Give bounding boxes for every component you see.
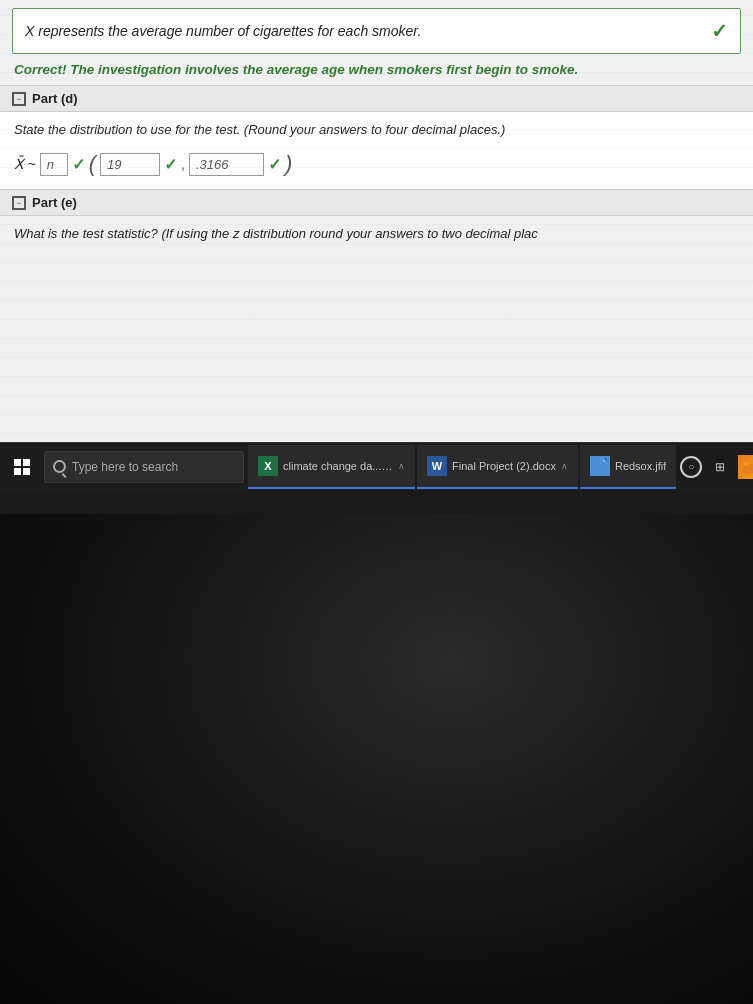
folder-icon[interactable]: [738, 455, 753, 479]
main-content-area: X represents the average number of cigar…: [0, 0, 753, 490]
taskbar-excel-label: climate change da....xlsx: [283, 460, 393, 472]
part-d-divider: − Part (d): [0, 85, 753, 112]
search-placeholder-text: Type here to search: [72, 460, 178, 474]
correct-message: Correct! The investigation involves the …: [0, 54, 753, 85]
circle-icon: ○: [688, 461, 694, 472]
dist-input-2[interactable]: [189, 153, 264, 176]
dist-input-1[interactable]: [100, 153, 160, 176]
svg-rect-0: [593, 458, 603, 472]
close-paren: ): [285, 151, 292, 177]
taskbar: Type here to search X climate change da.…: [0, 442, 753, 490]
word-icon: W: [427, 456, 447, 476]
dark-background-area: [0, 514, 753, 1004]
x-represents-text: X represents the average number of cigar…: [25, 23, 421, 39]
part-d-icon: −: [12, 92, 26, 106]
x-represents-section: X represents the average number of cigar…: [12, 8, 741, 54]
excel-chevron-icon: ∧: [398, 461, 405, 471]
part-d-content: State the distribution to use for the te…: [0, 112, 753, 189]
part-d-instruction: State the distribution to use for the te…: [14, 122, 739, 137]
part-e-icon: −: [12, 196, 26, 210]
windows-start-button[interactable]: [0, 443, 44, 491]
comma: ,: [181, 156, 185, 172]
dist-check-3: ✓: [268, 155, 281, 174]
part-e-content: What is the test statistic? (If using th…: [0, 216, 753, 249]
x-check-icon: ✓: [711, 19, 728, 43]
taskbar-item-file[interactable]: Redsox.jfif: [580, 445, 676, 489]
taskbar-items-area: X climate change da....xlsx ∧ W Final Pr…: [244, 445, 680, 489]
windows-logo-icon: [14, 459, 30, 475]
file-icon: [590, 456, 610, 476]
taskbar-item-excel[interactable]: X climate change da....xlsx ∧: [248, 445, 415, 489]
search-icon: [53, 460, 66, 473]
dist-x-bar-label: X̄ ~: [14, 156, 36, 172]
taskbar-circle-button[interactable]: ○: [680, 456, 702, 478]
open-paren: (: [89, 151, 96, 177]
task-view-icon: ⊞: [715, 460, 725, 474]
excel-icon: X: [258, 456, 278, 476]
taskbar-item-word[interactable]: W Final Project (2).docx ∧: [417, 445, 578, 489]
dist-check-2: ✓: [164, 155, 177, 174]
task-view-button[interactable]: ⊞: [708, 455, 732, 479]
taskbar-right-area: ○ ⊞: [680, 455, 753, 479]
taskbar-word-label: Final Project (2).docx: [452, 460, 556, 472]
part-e-label: Part (e): [32, 195, 77, 210]
dist-n-input[interactable]: [40, 153, 68, 176]
taskbar-file-label: Redsox.jfif: [615, 460, 666, 472]
dist-check-1: ✓: [72, 155, 85, 174]
word-chevron-icon: ∧: [561, 461, 568, 471]
taskbar-search-bar[interactable]: Type here to search: [44, 451, 244, 483]
svg-rect-5: [743, 463, 748, 465]
part-d-label: Part (d): [32, 91, 78, 106]
part-e-text: What is the test statistic? (If using th…: [14, 226, 739, 241]
part-e-divider: − Part (e): [0, 189, 753, 216]
distribution-row: X̄ ~ ✓ ( ✓ , ✓ ): [14, 147, 739, 181]
